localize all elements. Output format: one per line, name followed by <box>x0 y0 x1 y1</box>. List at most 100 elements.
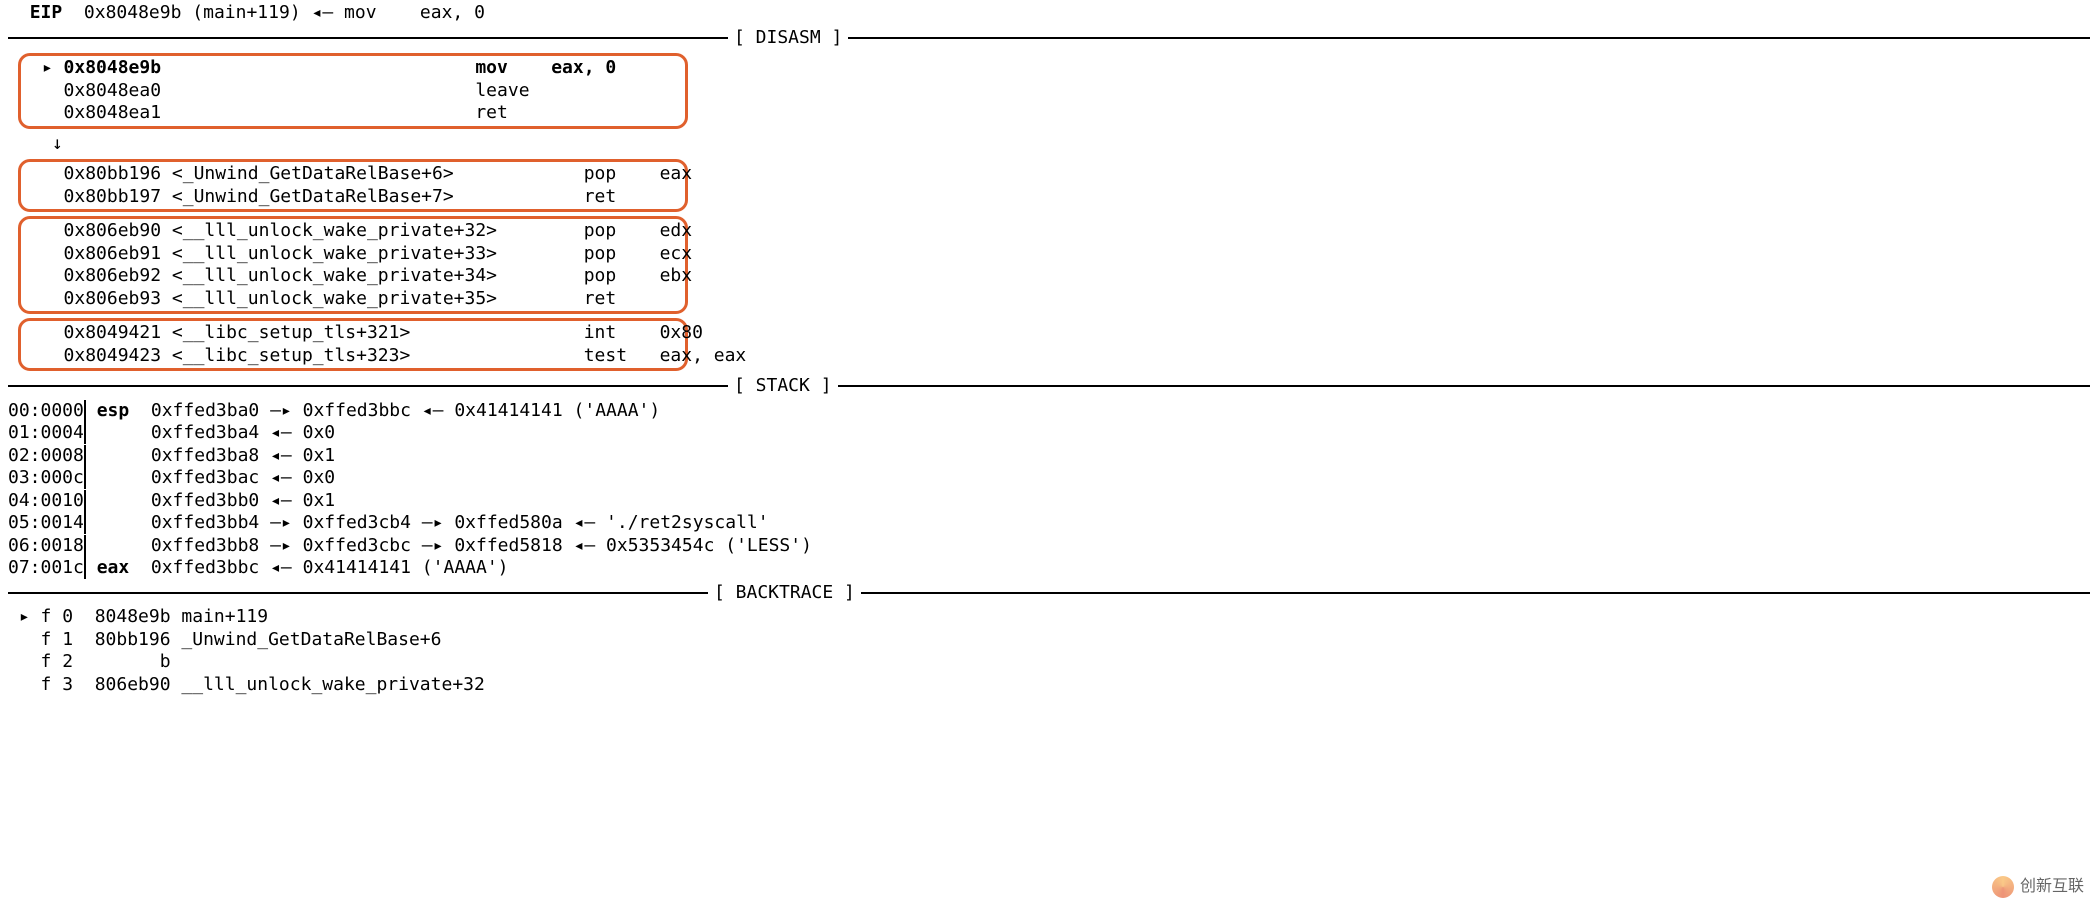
disasm-group: 0x806eb90 <__lll_unlock_wake_private+32>… <box>18 216 688 314</box>
eip-mnemonic: mov <box>344 2 377 23</box>
disasm-address: 0x80bb196 <box>64 163 162 184</box>
stack-row: 03:000c 0xffed3bac ◂— 0x0 <box>8 467 2090 490</box>
disasm-operands: edx <box>660 220 693 241</box>
disasm-symbol: <__lll_unlock_wake_private+33> <box>172 243 584 264</box>
backtrace-text: f 2 b <box>41 651 171 672</box>
disasm-mnemonic: int <box>584 322 660 343</box>
backtrace-frame: f 1 80bb196 _Unwind_GetDataRelBase+6 <box>8 629 2090 652</box>
disasm-operands: eax <box>660 163 693 184</box>
disasm-symbol <box>172 57 475 78</box>
stack-register <box>86 490 140 513</box>
backtrace-text: f 3 806eb90 __lll_unlock_wake_private+32 <box>41 674 485 695</box>
stack-row: 05:0014 0xffed3bb4 —▸ 0xffed3cb4 —▸ 0xff… <box>8 512 2090 535</box>
disasm-line: 0x8048ea0 leave <box>31 80 675 103</box>
disasm-mnemonic: ret <box>584 288 660 309</box>
disasm-operands: 0x80 <box>660 322 703 343</box>
disasm-operands: eax, eax <box>660 345 747 366</box>
stack-chain: 0xffed3ba0 —▸ 0xffed3bbc ◂— 0x41414141 (… <box>140 400 660 423</box>
disasm-line: 0x806eb93 <__lll_unlock_wake_private+35>… <box>31 288 675 311</box>
arrow-left-icon: ◂— <box>312 2 334 23</box>
disasm-address: 0x806eb91 <box>64 243 162 264</box>
section-divider-backtrace: [ BACKTRACE ] <box>8 582 2090 605</box>
disasm-address: 0x806eb93 <box>64 288 162 309</box>
stack-row: 02:0008 0xffed3ba8 ◂— 0x1 <box>8 445 2090 468</box>
disasm-symbol: <_Unwind_GetDataRelBase+6> <box>172 163 584 184</box>
backtrace-frame: f 2 b <box>8 651 2090 674</box>
disasm-address: 0x806eb90 <box>64 220 162 241</box>
stack-index: 06:0018 <box>8 535 84 558</box>
disasm-group: 0x8049421 <__libc_setup_tls+321> int 0x8… <box>18 318 688 371</box>
flow-arrow-down-icon: ↓ <box>8 133 2090 156</box>
stack-chain: 0xffed3bb8 —▸ 0xffed3cbc —▸ 0xffed5818 ◂… <box>140 535 812 558</box>
backtrace-text: f 1 80bb196 _Unwind_GetDataRelBase+6 <box>41 629 442 650</box>
swirl-icon <box>1992 876 2014 898</box>
rule-right <box>848 37 2090 39</box>
stack-chain: 0xffed3bb0 ◂— 0x1 <box>140 490 335 513</box>
eip-operands: eax, 0 <box>420 2 485 23</box>
disasm-symbol <box>172 102 475 123</box>
backtrace-frame: f 3 806eb90 __lll_unlock_wake_private+32 <box>8 674 2090 697</box>
stack-chain: 0xffed3ba4 ◂— 0x0 <box>140 422 335 445</box>
disasm-address: 0x806eb92 <box>64 265 162 286</box>
disasm-symbol: <_Unwind_GetDataRelBase+7> <box>172 186 584 207</box>
stack-index: 01:0004 <box>8 422 84 445</box>
disasm-line: 0x80bb196 <_Unwind_GetDataRelBase+6> pop… <box>31 163 675 186</box>
disasm-mnemonic: mov <box>475 57 551 78</box>
section-label-stack: [ STACK ] <box>728 375 838 398</box>
disasm-line: 0x806eb91 <__lll_unlock_wake_private+33>… <box>31 243 675 266</box>
disasm-address: 0x80bb197 <box>64 186 162 207</box>
disasm-line: 0x806eb92 <__lll_unlock_wake_private+34>… <box>31 265 675 288</box>
disasm-address: 0x8049423 <box>64 345 162 366</box>
section-divider-stack: [ STACK ] <box>8 375 2090 398</box>
stack-row: 00:0000 esp 0xffed3ba0 —▸ 0xffed3bbc ◂— … <box>8 400 2090 423</box>
stack-register <box>86 467 140 490</box>
section-label-disasm: [ DISASM ] <box>728 27 848 50</box>
watermark-text: 创新互联 <box>2020 877 2084 897</box>
stack-index: 00:0000 <box>8 400 84 423</box>
eip-address: 0x8048e9b <box>84 2 182 23</box>
stack-register <box>86 535 140 558</box>
stack-register: eax <box>86 557 140 580</box>
rule-left <box>8 37 728 39</box>
watermark: 创新互联 <box>1992 876 2084 898</box>
stack-index: 03:000c <box>8 467 84 490</box>
disasm-mnemonic: pop <box>584 163 660 184</box>
disasm-line: 0x8048ea1 ret <box>31 102 675 125</box>
disasm-mnemonic: pop <box>584 243 660 264</box>
disasm-line: 0x8049421 <__libc_setup_tls+321> int 0x8… <box>31 322 675 345</box>
stack-register: esp <box>86 400 140 423</box>
disasm-symbol: <__libc_setup_tls+323> <box>172 345 584 366</box>
section-label-backtrace: [ BACKTRACE ] <box>708 582 861 605</box>
stack-chain: 0xffed3ba8 ◂— 0x1 <box>140 445 335 468</box>
stack-register <box>86 512 140 535</box>
stack-index: 04:0010 <box>8 490 84 513</box>
stack-index: 07:001c <box>8 557 84 580</box>
disasm-container: ▸ 0x8048e9b mov eax, 0 0x8048ea0 leave 0… <box>8 53 2090 371</box>
stack-register <box>86 422 140 445</box>
stack-container: 00:0000 esp 0xffed3ba0 —▸ 0xffed3bbc ◂— … <box>8 400 2090 580</box>
backtrace-frame: ▸ f 0 8048e9b main+119 <box>8 606 2090 629</box>
disasm-address: 0x8049421 <box>64 322 162 343</box>
stack-index: 02:0008 <box>8 445 84 468</box>
stack-chain: 0xffed3bac ◂— 0x0 <box>140 467 335 490</box>
rule-left <box>8 592 708 594</box>
stack-index: 05:0014 <box>8 512 84 535</box>
disasm-line: 0x8049423 <__libc_setup_tls+323> test ea… <box>31 345 675 368</box>
eip-header: EIP 0x8048e9b (main+119) ◂— mov eax, 0 <box>8 2 2090 25</box>
backtrace-container: ▸ f 0 8048e9b main+119 f 1 80bb196 _Unwi… <box>8 606 2090 696</box>
disasm-mnemonic: leave <box>475 80 551 101</box>
disasm-address: 0x8048e9b <box>64 57 162 78</box>
stack-row: 01:0004 0xffed3ba4 ◂— 0x0 <box>8 422 2090 445</box>
disasm-group: ▸ 0x8048e9b mov eax, 0 0x8048ea0 leave 0… <box>18 53 688 129</box>
disasm-mnemonic: test <box>584 345 660 366</box>
section-divider-disasm: [ DISASM ] <box>8 27 2090 50</box>
disasm-mnemonic: ret <box>475 102 551 123</box>
disasm-line: 0x806eb90 <__lll_unlock_wake_private+32>… <box>31 220 675 243</box>
disasm-operands: eax, 0 <box>551 57 616 78</box>
disasm-symbol: <__lll_unlock_wake_private+34> <box>172 265 584 286</box>
backtrace-text: f 0 8048e9b main+119 <box>41 606 269 627</box>
disasm-operands: ecx <box>660 243 693 264</box>
eip-symbol: (main+119) <box>192 2 300 23</box>
rule-left <box>8 385 728 387</box>
disasm-symbol: <__lll_unlock_wake_private+32> <box>172 220 584 241</box>
